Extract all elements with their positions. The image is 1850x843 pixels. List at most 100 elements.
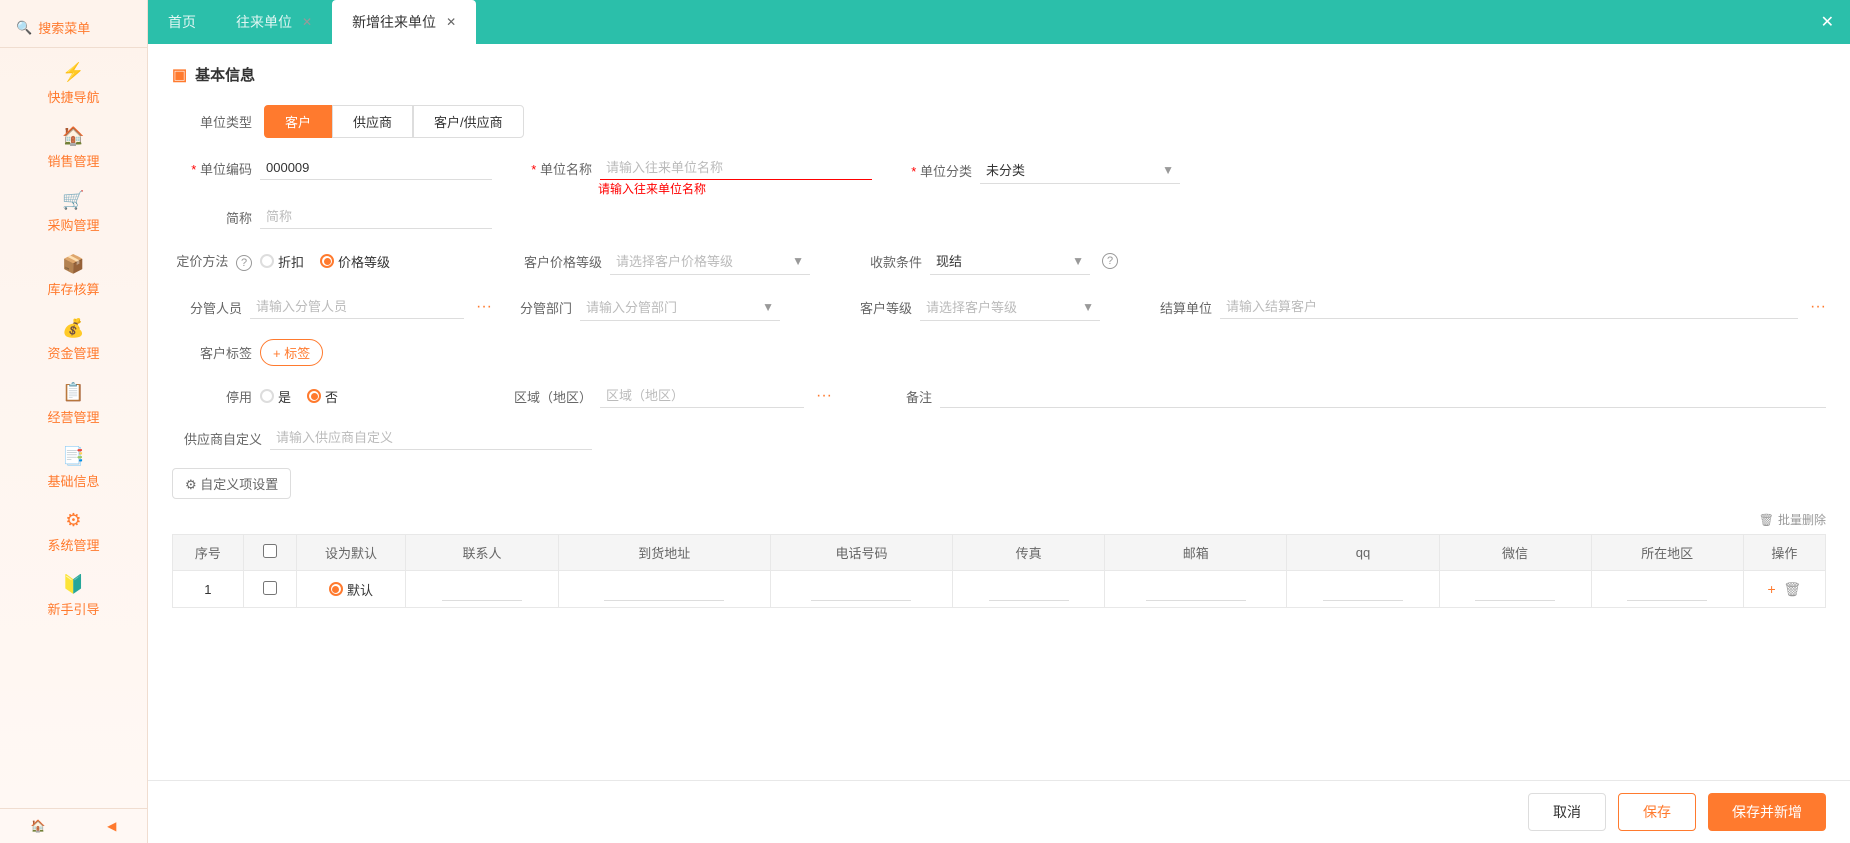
payment-terms-info-icon[interactable]: ?	[1102, 253, 1118, 269]
unit-name-wrapper: * 单位名称	[512, 156, 872, 180]
unit-type-both[interactable]: 客户/供应商	[413, 105, 524, 138]
save-button[interactable]: 保存	[1618, 793, 1696, 831]
tab-new-partner[interactable]: 新增往来单位 ✕	[332, 0, 476, 44]
col-index: 序号	[173, 535, 244, 571]
sidebar-item-sales[interactable]: 🏠 销售管理	[0, 116, 147, 180]
row-default-label: 默认	[347, 580, 373, 599]
manager-row: 分管人员 ··· 分管部门 请输入分管部门 ▼ 客户等级 请选择客户等级	[172, 293, 1826, 321]
tab-partners-close[interactable]: ✕	[302, 15, 312, 29]
table-row: 1 默认	[173, 571, 1826, 608]
customer-tag-field: 客户标签 + 标签	[172, 339, 1826, 366]
sidebar-item-label: 新手引导	[47, 599, 99, 618]
unit-name-input[interactable]	[600, 156, 872, 180]
row-wechat-input[interactable]	[1475, 577, 1555, 601]
sidebar-item-quick-nav[interactable]: ⚡ 快捷导航	[0, 52, 147, 116]
section-title: 基本信息	[195, 64, 255, 85]
col-fax: 传真	[953, 535, 1105, 571]
operations-icon: 📋	[62, 382, 84, 403]
shortname-row: 简称	[172, 205, 1826, 229]
disabled-yes-circle	[260, 389, 274, 403]
row-fax-input[interactable]	[989, 577, 1069, 601]
select-all-checkbox[interactable]	[263, 544, 277, 558]
table-header-row: 序号 设为默认 联系人 到货地址 电话号码 传真 邮箱 qq 微信 所在地区 操…	[173, 535, 1826, 571]
sidebar-bottom: 🏠 ◀	[0, 808, 147, 843]
sidebar-item-label: 经营管理	[47, 407, 99, 426]
row-region-input[interactable]	[1627, 577, 1707, 601]
add-tag-button[interactable]: + 标签	[260, 339, 323, 366]
manager-input[interactable]	[250, 295, 464, 319]
sidebar-item-inventory[interactable]: 📦 库存核算	[0, 244, 147, 308]
unit-name-col: * 单位名称 请输入往来单位名称	[512, 156, 872, 197]
cancel-button[interactable]: 取消	[1528, 793, 1606, 831]
unit-type-row: 单位类型 客户 供应商 客户/供应商	[172, 105, 1826, 138]
sidebar-search[interactable]: 🔍 搜索菜单	[0, 8, 147, 48]
row-add-icon[interactable]: +	[1768, 581, 1776, 597]
disabled-radio-yes[interactable]: 是	[260, 387, 291, 406]
settlement-unit-more-icon[interactable]: ···	[1810, 298, 1826, 316]
custom-settings-button[interactable]: ⚙ 自定义项设置	[172, 468, 291, 499]
sidebar-item-guide[interactable]: 🔰 新手引导	[0, 564, 147, 628]
footer: 取消 保存 保存并新增	[148, 780, 1850, 843]
row-checkbox-cell	[243, 571, 296, 608]
discount-radio-circle	[260, 254, 274, 268]
supplier-custom-input[interactable]	[270, 426, 592, 450]
unit-category-value: 未分类	[986, 160, 1025, 179]
save-new-button[interactable]: 保存并新增	[1708, 793, 1826, 831]
unit-category-chevron-icon: ▼	[1162, 163, 1174, 177]
region-more-icon[interactable]: ···	[816, 387, 832, 405]
unit-category-label: * 单位分类	[892, 161, 972, 180]
col-email: 邮箱	[1105, 535, 1287, 571]
pricing-method-info-icon[interactable]: ?	[236, 255, 252, 271]
row-delete-icon[interactable]: 🗑	[1783, 581, 1801, 597]
settlement-unit-input[interactable]	[1220, 295, 1798, 319]
sidebar-item-operations[interactable]: 📋 经营管理	[0, 372, 147, 436]
row-index: 1	[173, 571, 244, 608]
tab-bar-close[interactable]: ✕	[1821, 12, 1850, 32]
sidebar-collapse-btn[interactable]: ◀	[107, 819, 116, 833]
pricing-radio-discount[interactable]: 折扣	[260, 252, 304, 271]
tab-partners[interactable]: 往来单位 ✕	[216, 0, 332, 44]
manager-more-icon[interactable]: ···	[476, 298, 492, 316]
main-area: 首页 往来单位 ✕ 新增往来单位 ✕ ✕ ▣ 基本信息 单位类型 客户 供应商 …	[148, 0, 1850, 843]
tab-home[interactable]: 首页	[148, 0, 216, 44]
payment-terms-select[interactable]: 现结 ▼	[930, 247, 1090, 275]
row-actions: + 🗑	[1743, 571, 1825, 608]
row-phone-input[interactable]	[811, 577, 911, 601]
row-checkbox[interactable]	[263, 581, 277, 595]
row-qq-input[interactable]	[1323, 577, 1403, 601]
sidebar-item-system[interactable]: ⚙ 系统管理	[0, 500, 147, 564]
row-default-radio[interactable]: 默认	[307, 580, 396, 599]
row-email-input[interactable]	[1146, 577, 1246, 601]
customer-price-level-chevron: ▼	[792, 254, 804, 268]
customer-tag-row: 客户标签 + 标签	[172, 339, 1826, 366]
remark-label: 备注	[852, 387, 932, 406]
sidebar-home-btn[interactable]: 🏠	[31, 819, 46, 833]
short-name-input[interactable]	[260, 205, 492, 229]
unit-type-supplier[interactable]: 供应商	[332, 105, 413, 138]
tab-new-partner-close[interactable]: ✕	[446, 15, 456, 29]
customer-level-select[interactable]: 请选择客户等级 ▼	[920, 293, 1100, 321]
customer-price-level-select[interactable]: 请选择客户价格等级 ▼	[610, 247, 810, 275]
sidebar-item-label: 系统管理	[47, 535, 99, 554]
pricing-radio-level[interactable]: 价格等级	[320, 252, 390, 271]
row-address-input[interactable]	[604, 577, 724, 601]
settlement-unit-field: 结算单位 ···	[1152, 295, 1826, 319]
sidebar-item-basic-info[interactable]: 📑 基础信息	[0, 436, 147, 500]
sidebar-item-finance[interactable]: 💰 资金管理	[0, 308, 147, 372]
batch-delete-area: 🗑 批量删除	[172, 511, 1826, 528]
department-select[interactable]: 请输入分管部门 ▼	[580, 293, 780, 321]
remark-input[interactable]	[940, 384, 1826, 408]
disabled-radio-group: 是 否	[260, 387, 338, 406]
section-icon: ▣	[172, 65, 187, 85]
unit-category-select[interactable]: 未分类 ▼	[980, 156, 1180, 184]
disabled-radio-no[interactable]: 否	[307, 387, 338, 406]
batch-delete-button[interactable]: 🗑 批量删除	[1759, 511, 1826, 528]
row-phone	[770, 571, 952, 608]
unit-code-input[interactable]	[260, 156, 492, 180]
sidebar-item-purchase[interactable]: 🛒 采购管理	[0, 180, 147, 244]
level-radio-circle	[320, 254, 334, 268]
unit-type-customer[interactable]: 客户	[264, 105, 332, 138]
department-chevron: ▼	[762, 300, 774, 314]
row-contact-input[interactable]	[442, 577, 522, 601]
region-input[interactable]	[600, 384, 804, 408]
